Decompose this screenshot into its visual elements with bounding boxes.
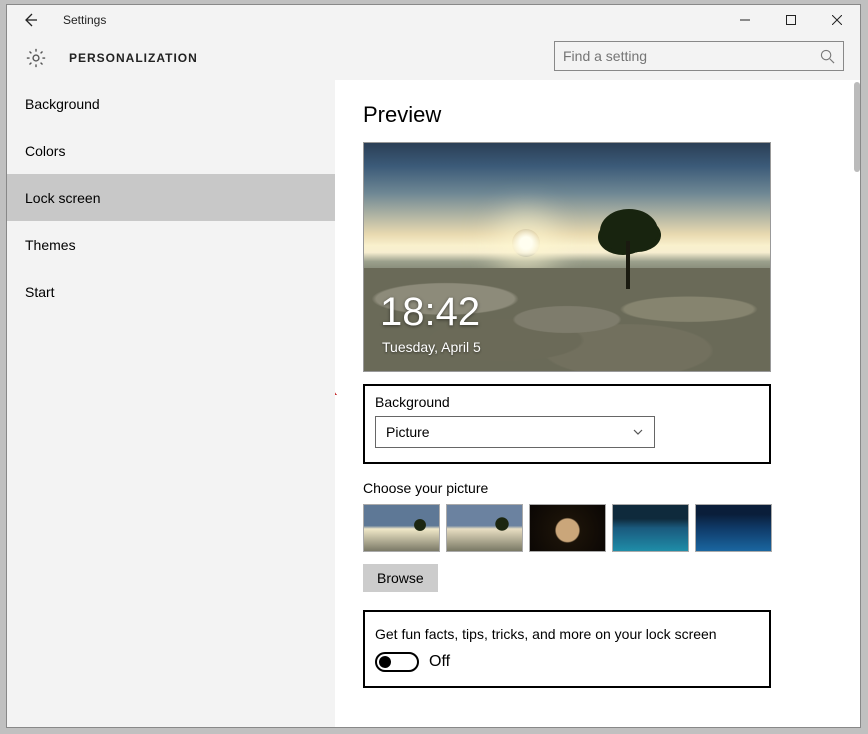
maximize-icon xyxy=(786,15,796,25)
fun-facts-toggle[interactable] xyxy=(375,652,419,672)
minimize-icon xyxy=(740,15,750,25)
search-input[interactable] xyxy=(563,48,820,64)
sidebar-item-background[interactable]: Background xyxy=(7,80,335,127)
search-box[interactable] xyxy=(554,41,844,71)
arrow-icon xyxy=(335,522,355,642)
maximize-button[interactable] xyxy=(768,5,814,35)
preview-clock: 18:42 xyxy=(380,290,480,335)
sun-graphic xyxy=(512,229,540,257)
background-dropdown[interactable]: Picture xyxy=(375,416,655,448)
settings-window: Settings PERSONALIZATION xyxy=(6,4,861,728)
content-pane: Select Picture or Slideshow here. Switch… xyxy=(335,80,860,727)
picture-thumb[interactable] xyxy=(695,504,772,552)
picture-thumb[interactable] xyxy=(612,504,689,552)
browse-button[interactable]: Browse xyxy=(363,564,438,592)
choose-picture-label: Choose your picture xyxy=(363,480,832,496)
arrow-left-icon xyxy=(22,12,38,28)
preview-date: Tuesday, April 5 xyxy=(382,339,481,355)
window-title: Settings xyxy=(63,13,106,27)
minimize-button[interactable] xyxy=(722,5,768,35)
close-button[interactable] xyxy=(814,5,860,35)
titlebar: Settings xyxy=(7,5,860,35)
tree-graphic xyxy=(596,203,656,289)
back-button[interactable] xyxy=(7,5,53,35)
toggle-knob xyxy=(379,656,391,668)
arrow-icon xyxy=(335,328,355,408)
picture-thumb[interactable] xyxy=(529,504,606,552)
sidebar-item-themes[interactable]: Themes xyxy=(7,221,335,268)
picture-thumbnails xyxy=(363,504,832,552)
fun-facts-label: Get fun facts, tips, tricks, and more on… xyxy=(375,626,759,642)
gear-icon xyxy=(25,47,47,69)
page-title: PERSONALIZATION xyxy=(69,51,198,65)
background-value: Picture xyxy=(386,424,430,440)
sidebar-item-colors[interactable]: Colors xyxy=(7,127,335,174)
picture-thumb[interactable] xyxy=(446,504,523,552)
window-controls xyxy=(722,5,860,35)
close-icon xyxy=(832,15,842,25)
sidebar-item-start[interactable]: Start xyxy=(7,268,335,315)
preview-heading: Preview xyxy=(363,102,832,128)
body: Background Colors Lock screen Themes Sta… xyxy=(7,80,860,727)
chevron-down-icon xyxy=(632,426,644,438)
header: PERSONALIZATION xyxy=(7,35,860,80)
sidebar: Background Colors Lock screen Themes Sta… xyxy=(7,80,335,727)
background-group: Background Picture xyxy=(363,384,771,464)
fun-facts-group: Get fun facts, tips, tricks, and more on… xyxy=(363,610,771,688)
picture-thumb[interactable] xyxy=(363,504,440,552)
background-label: Background xyxy=(375,394,759,410)
sidebar-item-lock-screen[interactable]: Lock screen xyxy=(7,174,335,221)
toggle-row: Off xyxy=(375,652,759,672)
toggle-state: Off xyxy=(429,653,450,671)
lockscreen-preview: 18:42 Tuesday, April 5 xyxy=(363,142,771,372)
search-icon xyxy=(820,49,835,64)
scrollbar-thumb[interactable] xyxy=(854,82,860,172)
